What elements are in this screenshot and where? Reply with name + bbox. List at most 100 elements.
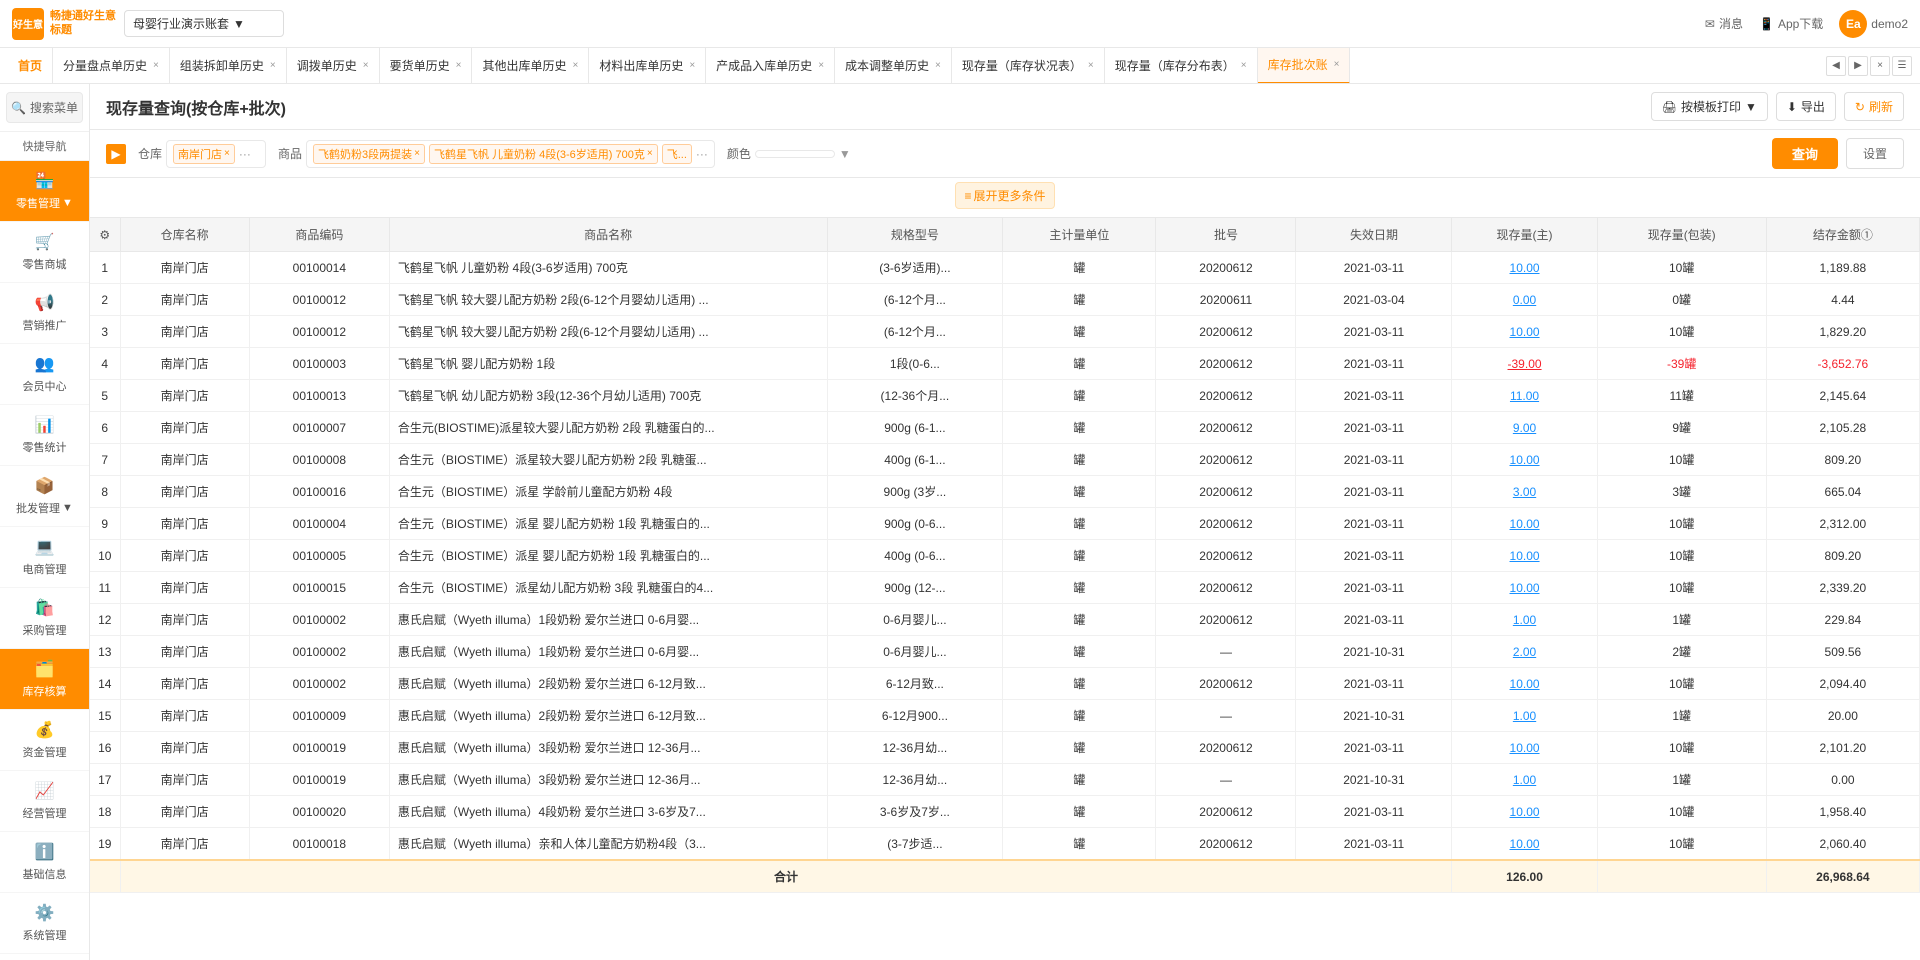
row-qty-main[interactable]: 2.00 [1452, 636, 1597, 668]
sidebar-item-retail[interactable]: 🏪 零售管理 ▼ [0, 161, 89, 222]
sidebar: 🔍 搜索菜单 快捷导航 🏪 零售管理 ▼ 🛒 零售商城 📢 营销推广 👥 会员中… [0, 84, 90, 960]
warehouse-tag-close[interactable]: × [224, 148, 230, 159]
product-tag-container[interactable]: 飞鹤奶粉3段两提装 × 飞鹤星飞帆 儿童奶粉 4段(3-6岁适用) 700克 ×… [306, 140, 715, 168]
sidebar-item-wholesale[interactable]: 📦 批发管理 ▼ [0, 466, 89, 527]
sidebar-item-marketing[interactable]: 📢 营销推广 [0, 283, 89, 344]
row-spec: 400g (0-6... [827, 540, 1003, 572]
row-batch: — [1156, 636, 1296, 668]
row-expire: 2021-03-11 [1296, 476, 1452, 508]
sidebar-item-inventory[interactable]: 🗂️ 库存核算 [0, 649, 89, 710]
row-expire: 2021-03-11 [1296, 348, 1452, 380]
row-code: 00100019 [249, 732, 389, 764]
tab-yaohuo[interactable]: 要货单历史 × [380, 48, 473, 84]
row-qty-main[interactable]: 10.00 [1452, 668, 1597, 700]
row-qty-pkg: -39罐 [1597, 348, 1766, 380]
row-qty-main[interactable]: 10.00 [1452, 444, 1597, 476]
row-qty-main[interactable]: 10.00 [1452, 316, 1597, 348]
color-tag-container[interactable] [755, 150, 835, 158]
row-expire: 2021-03-11 [1296, 572, 1452, 604]
row-amount: 1,958.40 [1766, 796, 1919, 828]
row-amount: 229.84 [1766, 604, 1919, 636]
tab-xiancun-status[interactable]: 现存量（库存状况表）× [952, 48, 1105, 84]
row-qty-pkg: 10罐 [1597, 508, 1766, 540]
expand-more-btn[interactable]: ≡ 展开更多条件 [955, 182, 1054, 209]
tab-diaoboo[interactable]: 调拨单历史 × [287, 48, 380, 84]
sidebar-item-retail-stats[interactable]: 📊 零售统计 [0, 405, 89, 466]
tab-qitachuku[interactable]: 其他出库单历史 × [472, 48, 589, 84]
user-avatar[interactable]: Ea demo2 [1839, 10, 1908, 38]
settings-btn[interactable]: 设置 [1846, 138, 1904, 169]
template-print-btn[interactable]: 🖨 按模板打印 ▼ [1651, 92, 1768, 121]
row-name: 惠氏启赋（Wyeth illuma）2段奶粉 爱尔兰进口 6-12月致... [389, 668, 827, 700]
row-code: 00100014 [249, 252, 389, 284]
refresh-btn[interactable]: ↻ 刷新 [1844, 92, 1904, 121]
sidebar-item-purchase[interactable]: 🛍️ 采购管理 [0, 588, 89, 649]
tab-xiancun-dist[interactable]: 现存量（库存分布表）× [1105, 48, 1258, 84]
app-download-btn[interactable]: 📱 App下载 [1759, 15, 1823, 32]
sidebar-item-member[interactable]: 👥 会员中心 [0, 344, 89, 405]
row-qty-main[interactable]: 1.00 [1452, 700, 1597, 732]
message-btn[interactable]: ✉ 消息 [1705, 15, 1743, 32]
tab-home[interactable]: 首页 [8, 48, 53, 84]
product-tag-1-close[interactable]: × [414, 148, 420, 159]
sidebar-quicknav[interactable]: 快捷导航 [0, 132, 89, 161]
sidebar-item-basic[interactable]: ℹ️ 基础信息 [0, 832, 89, 893]
row-spec: 0-6月婴儿... [827, 636, 1003, 668]
retail-icon: 🏪 [35, 171, 55, 191]
row-qty-main[interactable]: -39.00 [1452, 348, 1597, 380]
row-unit: 罐 [1003, 412, 1156, 444]
row-expire: 2021-03-11 [1296, 380, 1452, 412]
tab-next-arrow[interactable]: ▶ [1848, 56, 1868, 76]
row-qty-main[interactable]: 1.00 [1452, 764, 1597, 796]
row-warehouse: 南岸门店 [120, 636, 249, 668]
search-menu-btn[interactable]: 🔍 搜索菜单 [6, 92, 83, 123]
filter-expand-arrow[interactable]: ▶ [106, 144, 126, 164]
query-btn[interactable]: 查询 [1772, 138, 1838, 169]
export-btn[interactable]: ⬇ 导出 [1776, 92, 1836, 121]
sidebar-item-ecommerce[interactable]: 💻 电商管理 [0, 527, 89, 588]
row-qty-pkg: 10罐 [1597, 572, 1766, 604]
chevron-down-icon: ▼ [233, 17, 245, 31]
sidebar-item-collab[interactable]: 🤝 企业协同 [0, 954, 89, 960]
row-qty-main[interactable]: 10.00 [1452, 828, 1597, 861]
row-name: 飞鹤星飞帆 婴儿配方奶粉 1段 [389, 348, 827, 380]
tab-prev-arrow[interactable]: ◀ [1826, 56, 1846, 76]
row-qty-main[interactable]: 10.00 [1452, 252, 1597, 284]
sidebar-item-operation[interactable]: 📈 经营管理 [0, 771, 89, 832]
row-warehouse: 南岸门店 [120, 732, 249, 764]
row-qty-main[interactable]: 10.00 [1452, 732, 1597, 764]
row-qty-main[interactable]: 10.00 [1452, 508, 1597, 540]
row-qty-main[interactable]: 9.00 [1452, 412, 1597, 444]
row-name: 合生元（BIOSTIME）派星 婴儿配方奶粉 1段 乳糖蛋白的... [389, 508, 827, 540]
tab-chengben[interactable]: 成本调整单历史 × [835, 48, 952, 84]
col-unit: 主计量单位 [1003, 218, 1156, 252]
row-name: 惠氏启赋（Wyeth illuma）2段奶粉 爱尔兰进口 6-12月致... [389, 700, 827, 732]
workspace-selector[interactable]: 母婴行业演示账套 ▼ [124, 10, 284, 37]
table-row: 7 南岸门店 00100008 合生元（BIOSTIME）派星较大婴儿配方奶粉 … [90, 444, 1920, 476]
tab-cailiao[interactable]: 材料出库单历史 × [589, 48, 706, 84]
tab-menu[interactable]: ☰ [1892, 56, 1912, 76]
row-qty-main[interactable]: 10.00 [1452, 540, 1597, 572]
total-qty-main: 126.00 [1452, 860, 1597, 893]
row-batch: 20200612 [1156, 380, 1296, 412]
row-spec: 12-36月幼... [827, 732, 1003, 764]
tab-close-all[interactable]: × [1870, 56, 1890, 76]
row-qty-main[interactable]: 1.00 [1452, 604, 1597, 636]
sidebar-item-finance[interactable]: 💰 资金管理 [0, 710, 89, 771]
product-tag-2-close[interactable]: × [647, 148, 653, 159]
row-qty-main[interactable]: 10.00 [1452, 796, 1597, 828]
row-qty-main[interactable]: 10.00 [1452, 572, 1597, 604]
sidebar-item-mall[interactable]: 🛒 零售商城 [0, 222, 89, 283]
tab-zuzhuang[interactable]: 组装拆卸单历史 × [170, 48, 287, 84]
warehouse-tag-container[interactable]: 南岸门店 × ··· [166, 140, 266, 168]
table-row: 5 南岸门店 00100013 飞鹤星飞帆 幼儿配方奶粉 3段(12-36个月幼… [90, 380, 1920, 412]
row-qty-main[interactable]: 3.00 [1452, 476, 1597, 508]
row-unit: 罐 [1003, 828, 1156, 861]
tab-chanpin[interactable]: 产成品入库单历史 × [706, 48, 835, 84]
tab-kucun-pici[interactable]: 库存批次账 × [1258, 48, 1351, 84]
col-qty-main: 现存量(主) [1452, 218, 1597, 252]
sidebar-item-system[interactable]: ⚙️ 系统管理 [0, 893, 89, 954]
tab-fenliang[interactable]: 分量盘点单历史 × [53, 48, 170, 84]
row-qty-main[interactable]: 0.00 [1452, 284, 1597, 316]
row-qty-main[interactable]: 11.00 [1452, 380, 1597, 412]
